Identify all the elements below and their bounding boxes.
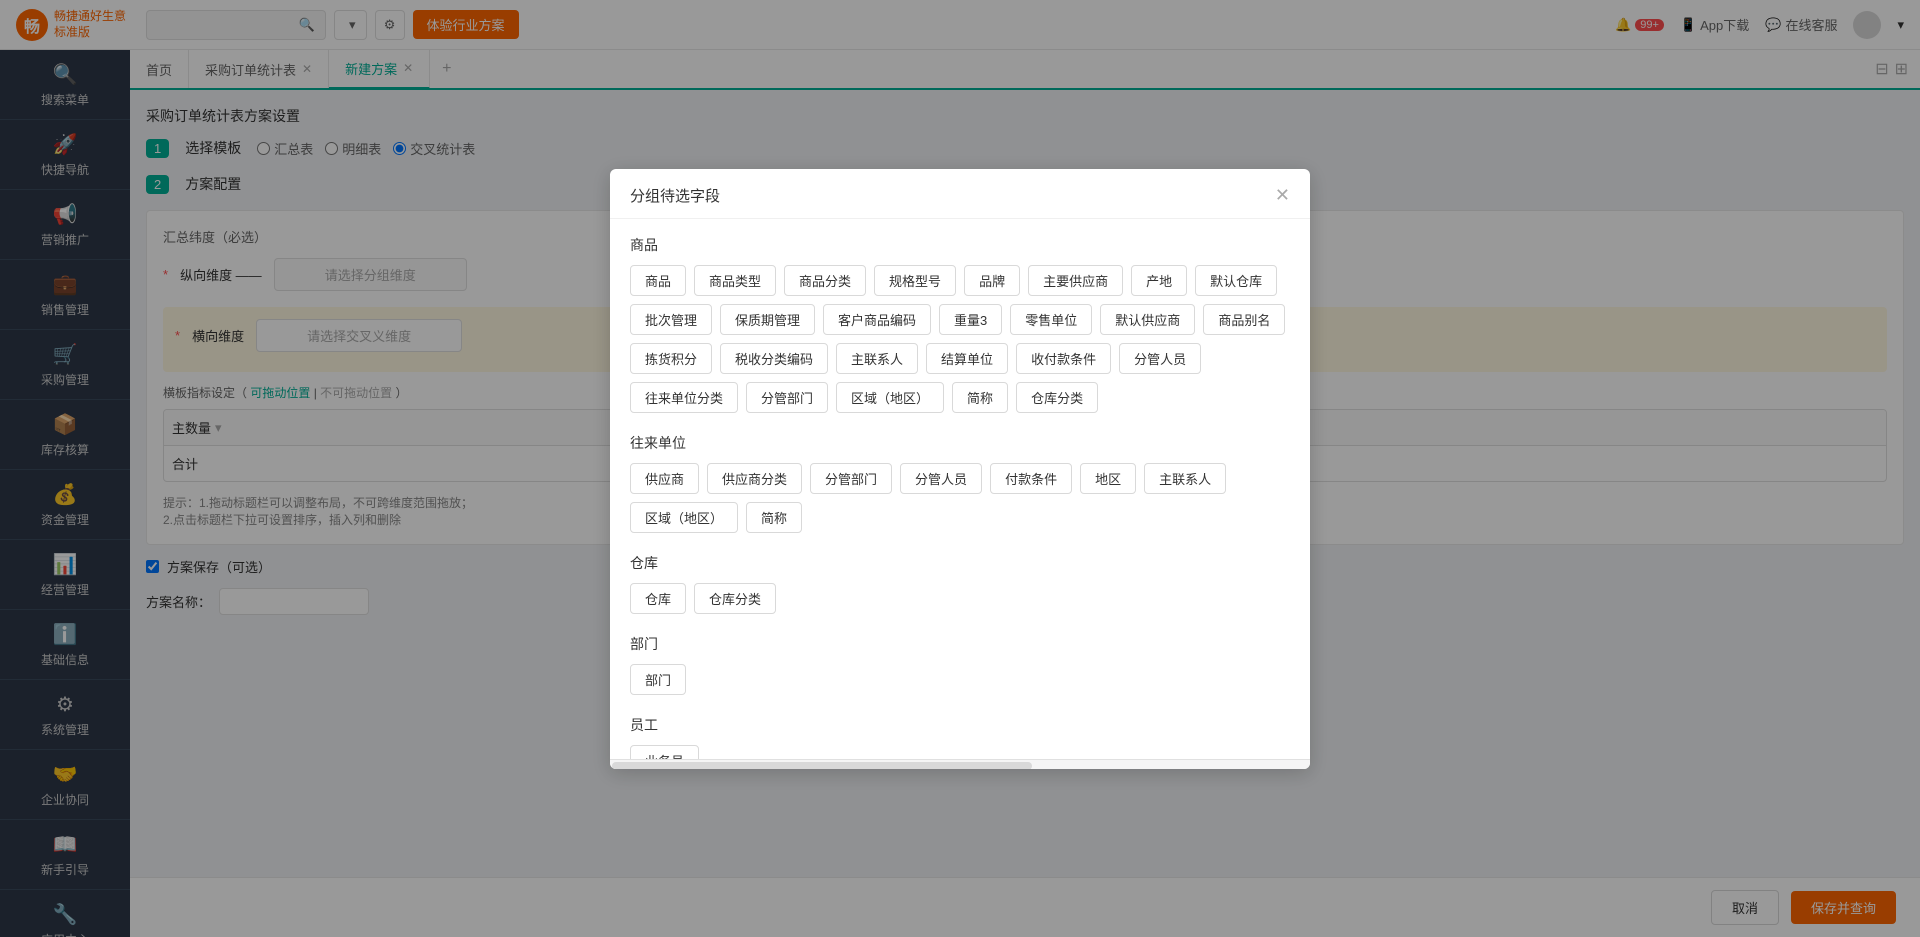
- field-tag-保质期管理[interactable]: 保质期管理: [720, 304, 815, 335]
- section-title-商品: 商品: [630, 235, 1290, 255]
- section-商品: 商品商品商品类型商品分类规格型号品牌主要供应商产地默认仓库批次管理保质期管理客户…: [630, 235, 1290, 413]
- field-tag-商品类型[interactable]: 商品类型: [694, 265, 776, 296]
- field-tag-品牌[interactable]: 品牌: [964, 265, 1020, 296]
- field-tag-默认仓库[interactable]: 默认仓库: [1195, 265, 1277, 296]
- field-tag-供应商分类[interactable]: 供应商分类: [707, 463, 802, 494]
- field-tag-结算单位[interactable]: 结算单位: [926, 343, 1008, 374]
- field-tag-主联系人[interactable]: 主联系人: [836, 343, 918, 374]
- modal-scrollbar-area: [610, 759, 1310, 769]
- field-tag-客户商品编码[interactable]: 客户商品编码: [823, 304, 931, 335]
- modal-scroll-thumb[interactable]: [612, 762, 1032, 769]
- field-tag-分管人员[interactable]: 分管人员: [1119, 343, 1201, 374]
- section-title-部门: 部门: [630, 634, 1290, 654]
- field-tag-商品别名[interactable]: 商品别名: [1203, 304, 1285, 335]
- field-tag-产地[interactable]: 产地: [1131, 265, 1187, 296]
- section-title-往来单位: 往来单位: [630, 433, 1290, 453]
- field-tag-主要供应商[interactable]: 主要供应商: [1028, 265, 1123, 296]
- field-tag-商品分类[interactable]: 商品分类: [784, 265, 866, 296]
- section-仓库: 仓库仓库仓库分类: [630, 553, 1290, 614]
- field-tag-零售单位[interactable]: 零售单位: [1010, 304, 1092, 335]
- field-tag-区域（地区）[interactable]: 区域（地区）: [630, 502, 738, 533]
- field-tag-仓库分类[interactable]: 仓库分类: [694, 583, 776, 614]
- field-tag-收付款条件[interactable]: 收付款条件: [1016, 343, 1111, 374]
- field-tag-付款条件[interactable]: 付款条件: [990, 463, 1072, 494]
- field-tag-地区[interactable]: 地区: [1080, 463, 1136, 494]
- field-tag-部门[interactable]: 部门: [630, 664, 686, 695]
- field-tag-供应商[interactable]: 供应商: [630, 463, 699, 494]
- modal-close-button[interactable]: ✕: [1275, 186, 1290, 204]
- field-tag-批次管理[interactable]: 批次管理: [630, 304, 712, 335]
- section-员工: 员工业务员: [630, 715, 1290, 759]
- field-tag-拣货积分[interactable]: 拣货积分: [630, 343, 712, 374]
- field-tag-区域（地区）[interactable]: 区域（地区）: [836, 382, 944, 413]
- modal-overlay: 分组待选字段 ✕ 商品商品商品类型商品分类规格型号品牌主要供应商产地默认仓库批次…: [0, 0, 1920, 937]
- modal-dialog: 分组待选字段 ✕ 商品商品商品类型商品分类规格型号品牌主要供应商产地默认仓库批次…: [610, 169, 1310, 769]
- field-tag-分管部门[interactable]: 分管部门: [746, 382, 828, 413]
- field-tag-默认供应商[interactable]: 默认供应商: [1100, 304, 1195, 335]
- modal-header: 分组待选字段 ✕: [610, 169, 1310, 219]
- section-往来单位: 往来单位供应商供应商分类分管部门分管人员付款条件地区主联系人区域（地区） 简称: [630, 433, 1290, 533]
- field-tag-商品[interactable]: 商品: [630, 265, 686, 296]
- field-tag-规格型号[interactable]: 规格型号: [874, 265, 956, 296]
- field-tag-业务员[interactable]: 业务员: [630, 745, 699, 759]
- field-tag-往来单位分类[interactable]: 往来单位分类: [630, 382, 738, 413]
- modal-body: 商品商品商品类型商品分类规格型号品牌主要供应商产地默认仓库批次管理保质期管理客户…: [610, 219, 1310, 759]
- field-tag-主联系人[interactable]: 主联系人: [1144, 463, 1226, 494]
- field-tag-仓库[interactable]: 仓库: [630, 583, 686, 614]
- field-tag-分管人员[interactable]: 分管人员: [900, 463, 982, 494]
- field-tag-仓库分类[interactable]: 仓库分类: [1016, 382, 1098, 413]
- field-tag-分管部门[interactable]: 分管部门: [810, 463, 892, 494]
- field-tag-简称[interactable]: 简称: [746, 502, 802, 533]
- section-部门: 部门部门: [630, 634, 1290, 695]
- field-tag-重量3[interactable]: 重量3: [939, 304, 1002, 335]
- section-title-员工: 员工: [630, 715, 1290, 735]
- field-tag-简称[interactable]: 简称: [952, 382, 1008, 413]
- section-title-仓库: 仓库: [630, 553, 1290, 573]
- field-tag-税收分类编码[interactable]: 税收分类编码: [720, 343, 828, 374]
- modal-title: 分组待选字段: [630, 185, 720, 206]
